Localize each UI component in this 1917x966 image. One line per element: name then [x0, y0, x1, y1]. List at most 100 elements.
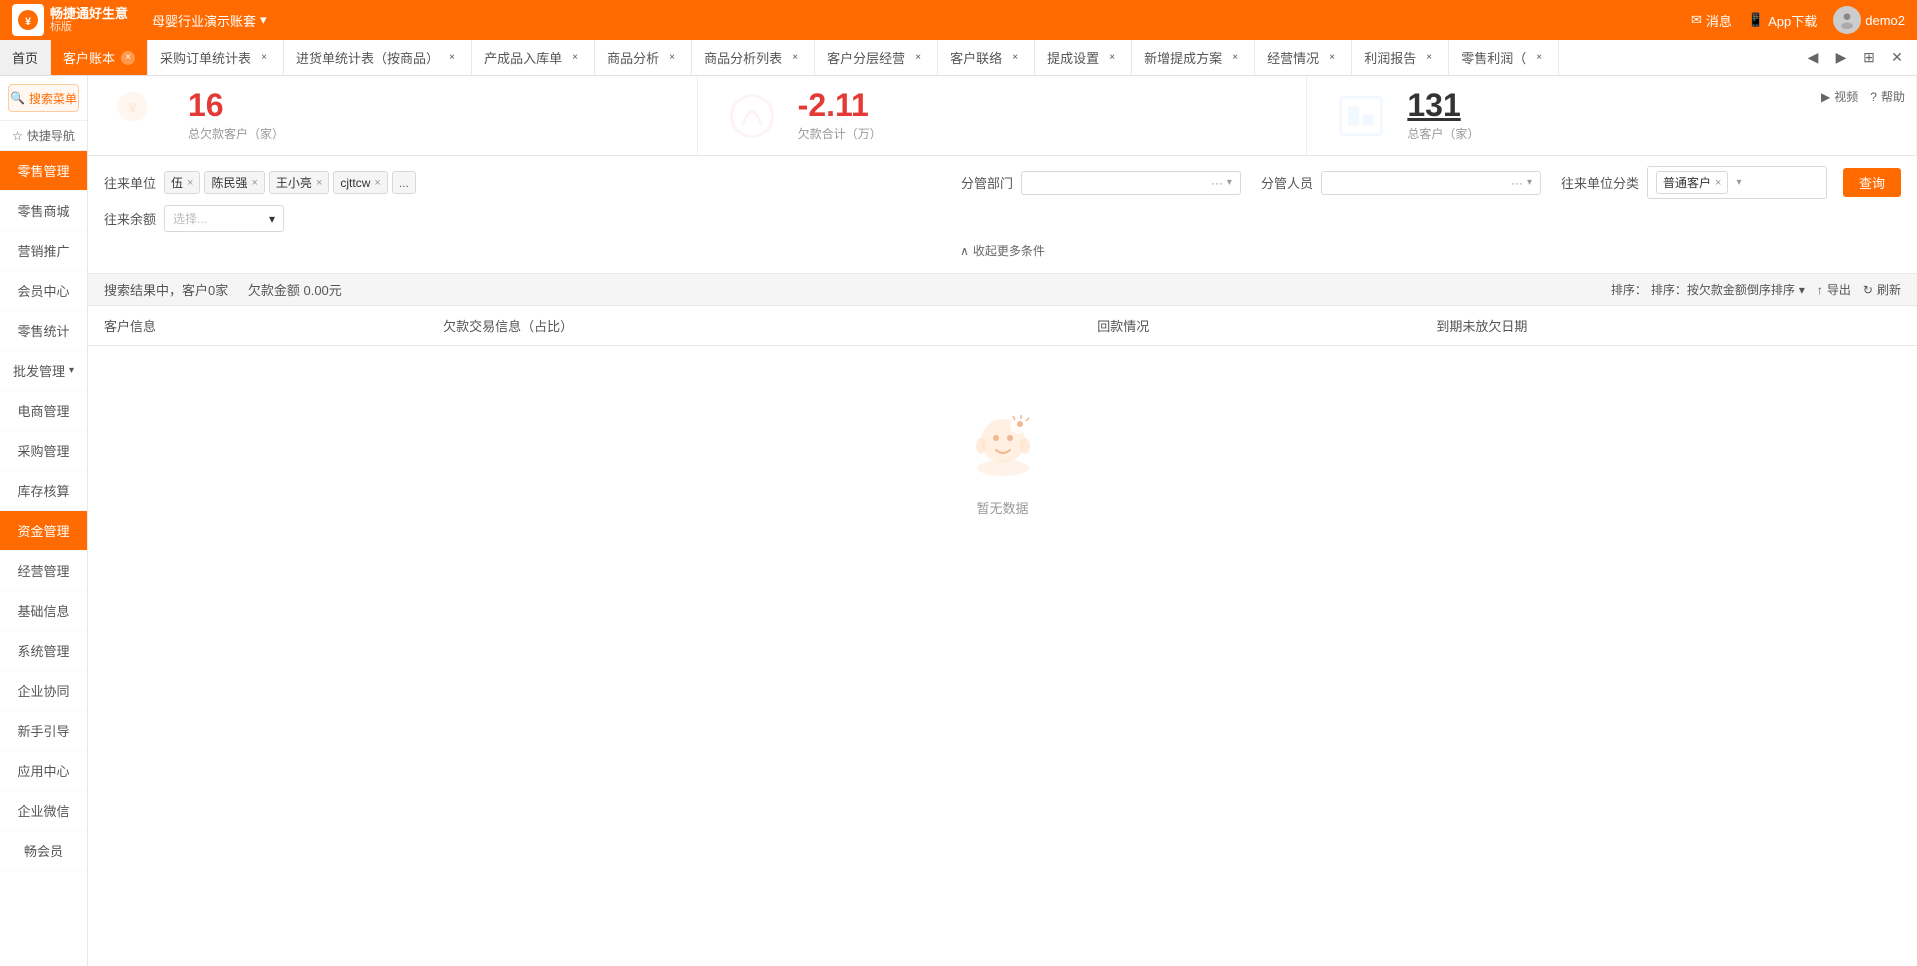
- filter-tag-3[interactable]: cjttcw ×: [333, 171, 387, 194]
- person-select[interactable]: ··· ▾: [1321, 171, 1541, 195]
- tag-close-icon[interactable]: ×: [187, 177, 193, 189]
- table-header-row: 客户信息 欠款交易信息（占比） 回款情况 到期未放欠日期: [88, 306, 1917, 346]
- sidebar-item-retail-mgmt[interactable]: 零售管理: [0, 151, 87, 191]
- sidebar-item-member-center[interactable]: 会员中心: [0, 271, 87, 311]
- close-icon[interactable]: ×: [1105, 51, 1119, 65]
- tab-product-analysis-list[interactable]: 商品分析列表 ×: [692, 40, 815, 76]
- close-icon[interactable]: ×: [1008, 51, 1022, 65]
- category-tag[interactable]: 普通客户 ×: [1656, 171, 1728, 194]
- tab-expand-btn[interactable]: ⊞: [1857, 46, 1881, 70]
- stat-label-all-customers: 总客户（家）: [1407, 125, 1479, 142]
- empty-text: 暂无数据: [976, 498, 1028, 517]
- download-icon: 📱: [1748, 12, 1764, 28]
- tab-close-all-btn[interactable]: ✕: [1885, 46, 1909, 70]
- close-icon[interactable]: ×: [911, 51, 925, 65]
- export-btn[interactable]: ↑ 导出: [1817, 281, 1851, 298]
- filter-tag-0[interactable]: 伍 ×: [164, 171, 200, 194]
- tag-close-icon[interactable]: ×: [251, 177, 257, 189]
- sidebar-item-enterprise-wechat[interactable]: 企业微信: [0, 791, 87, 831]
- sidebar-item-new-guide[interactable]: 新手引导: [0, 711, 87, 751]
- tab-customer-segment[interactable]: 客户分层经营 ×: [815, 40, 938, 76]
- star-icon: ☆: [12, 129, 23, 143]
- balance-select[interactable]: 选择... ▾: [164, 205, 284, 232]
- main-layout: 🔍 搜索菜单 ☆ 快捷导航 零售管理 零售商城 营销推广 会员中心 零售统计 批…: [0, 76, 1917, 966]
- tab-next-btn[interactable]: ▶: [1829, 46, 1853, 70]
- search-icon: 🔍: [10, 91, 25, 105]
- video-link[interactable]: ▶ 视频: [1821, 88, 1858, 105]
- collapse-btn[interactable]: ∧ 收起更多条件: [104, 238, 1901, 263]
- message-btn[interactable]: ✉ 消息: [1691, 11, 1732, 30]
- svg-text:¥: ¥: [25, 16, 32, 28]
- sidebar-item-enterprise-collab[interactable]: 企业协同: [0, 671, 87, 711]
- filter-tag-1[interactable]: 陈民强 ×: [204, 171, 264, 194]
- tag-close-icon[interactable]: ×: [1715, 177, 1721, 189]
- stat-number-debt: -2.11: [798, 89, 882, 121]
- sort-select[interactable]: 排序： 排序：按欠款金额倒序排序 ▾: [1611, 281, 1805, 298]
- close-icon[interactable]: ×: [1325, 51, 1339, 65]
- search-menu-btn[interactable]: 🔍 搜索菜单: [8, 84, 79, 112]
- help-link[interactable]: ? 帮助: [1870, 88, 1905, 105]
- user-avatar-btn[interactable]: demo2: [1833, 6, 1905, 34]
- tab-new-raise-plan[interactable]: 新增提成方案 ×: [1132, 40, 1255, 76]
- sidebar-item-retail-stats[interactable]: 零售统计: [0, 311, 87, 351]
- sidebar-item-vip-member[interactable]: 畅会员: [0, 831, 87, 871]
- app-download-btn[interactable]: 📱 App下载: [1748, 11, 1817, 30]
- close-icon[interactable]: ×: [121, 51, 135, 65]
- stats-bar: ¥ 16 总欠款客户（家） -2.11 欠款合计（万: [88, 76, 1917, 156]
- tab-raise-setting[interactable]: 提成设置 ×: [1035, 40, 1132, 76]
- quick-nav-btn[interactable]: ☆ 快捷导航: [0, 121, 87, 151]
- tab-product-entry[interactable]: 产成品入库单 ×: [472, 40, 595, 76]
- sidebar-item-app-center[interactable]: 应用中心: [0, 751, 87, 791]
- tab-product-analysis[interactable]: 商品分析 ×: [595, 40, 692, 76]
- filter-tag-more[interactable]: ...: [392, 171, 416, 194]
- export-icon: ↑: [1817, 283, 1823, 297]
- sidebar-item-batch-mgmt[interactable]: 批发管理 ▾: [0, 351, 87, 391]
- sidebar-search: 🔍 搜索菜单: [0, 76, 87, 121]
- tab-purchase-order-stats[interactable]: 采购订单统计表 ×: [148, 40, 284, 76]
- sidebar-item-purchase-mgmt[interactable]: 采购管理: [0, 431, 87, 471]
- chevron-down-icon: ▾: [1227, 177, 1232, 188]
- more-icon: ···: [1211, 176, 1223, 190]
- logo-text: 畅捷通好生意 标版: [50, 6, 128, 35]
- close-icon[interactable]: ×: [568, 51, 582, 65]
- unit-label: 往来单位: [104, 173, 156, 192]
- tab-home[interactable]: 首页: [0, 40, 51, 76]
- category-select[interactable]: 普通客户 × ▾: [1647, 166, 1827, 199]
- col-debt-info: 欠款交易信息（占比）: [427, 306, 1081, 346]
- nav-tab-controls: ◀ ▶ ⊞ ✕: [1801, 46, 1917, 70]
- sidebar-item-ecommerce[interactable]: 电商管理: [0, 391, 87, 431]
- tab-profit-report[interactable]: 利润报告 ×: [1352, 40, 1449, 76]
- close-icon[interactable]: ×: [257, 51, 271, 65]
- sidebar-item-inventory[interactable]: 库存核算: [0, 471, 87, 511]
- org-selector[interactable]: 母婴行业演示账套 ▾: [152, 11, 267, 30]
- tab-business-status[interactable]: 经营情况 ×: [1255, 40, 1352, 76]
- filter-tag-2[interactable]: 王小亮 ×: [269, 171, 329, 194]
- sidebar-item-capital-mgmt[interactable]: 资金管理: [0, 511, 87, 551]
- nav-tabs: 首页 客户账本 × 采购订单统计表 × 进货单统计表（按商品） × 产成品入库单…: [0, 40, 1917, 76]
- query-button[interactable]: 查询: [1843, 168, 1901, 197]
- more-icon: ···: [1511, 176, 1523, 190]
- tab-customer-connect[interactable]: 客户联络 ×: [938, 40, 1035, 76]
- top-bar-right: ✉ 消息 📱 App下载 demo2: [1691, 6, 1905, 34]
- dept-select[interactable]: ··· ▾: [1021, 171, 1241, 195]
- close-icon[interactable]: ×: [788, 51, 802, 65]
- sidebar-item-retail-mall[interactable]: 零售商城: [0, 191, 87, 231]
- sidebar-item-basic-info[interactable]: 基础信息: [0, 591, 87, 631]
- close-icon[interactable]: ×: [445, 51, 459, 65]
- sidebar-item-system-mgmt[interactable]: 系统管理: [0, 631, 87, 671]
- tab-stock-stats[interactable]: 进货单统计表（按商品） ×: [284, 40, 472, 76]
- tab-retail-profit[interactable]: 零售利润（ ×: [1449, 40, 1559, 76]
- close-icon[interactable]: ×: [1532, 51, 1546, 65]
- close-icon[interactable]: ×: [1422, 51, 1436, 65]
- close-icon[interactable]: ×: [1228, 51, 1242, 65]
- result-info: 搜索结果中，客户0家 欠款金额 0.00元: [104, 280, 342, 299]
- sidebar-item-marketing[interactable]: 营销推广: [0, 231, 87, 271]
- tag-close-icon[interactable]: ×: [316, 177, 322, 189]
- customers-icon: ¥: [112, 86, 172, 146]
- tab-customer-ledger[interactable]: 客户账本 ×: [51, 40, 148, 76]
- close-icon[interactable]: ×: [665, 51, 679, 65]
- tab-prev-btn[interactable]: ◀: [1801, 46, 1825, 70]
- tag-close-icon[interactable]: ×: [374, 177, 380, 189]
- refresh-btn[interactable]: ↻ 刷新: [1863, 281, 1901, 298]
- sidebar-item-operation-mgmt[interactable]: 经营管理: [0, 551, 87, 591]
